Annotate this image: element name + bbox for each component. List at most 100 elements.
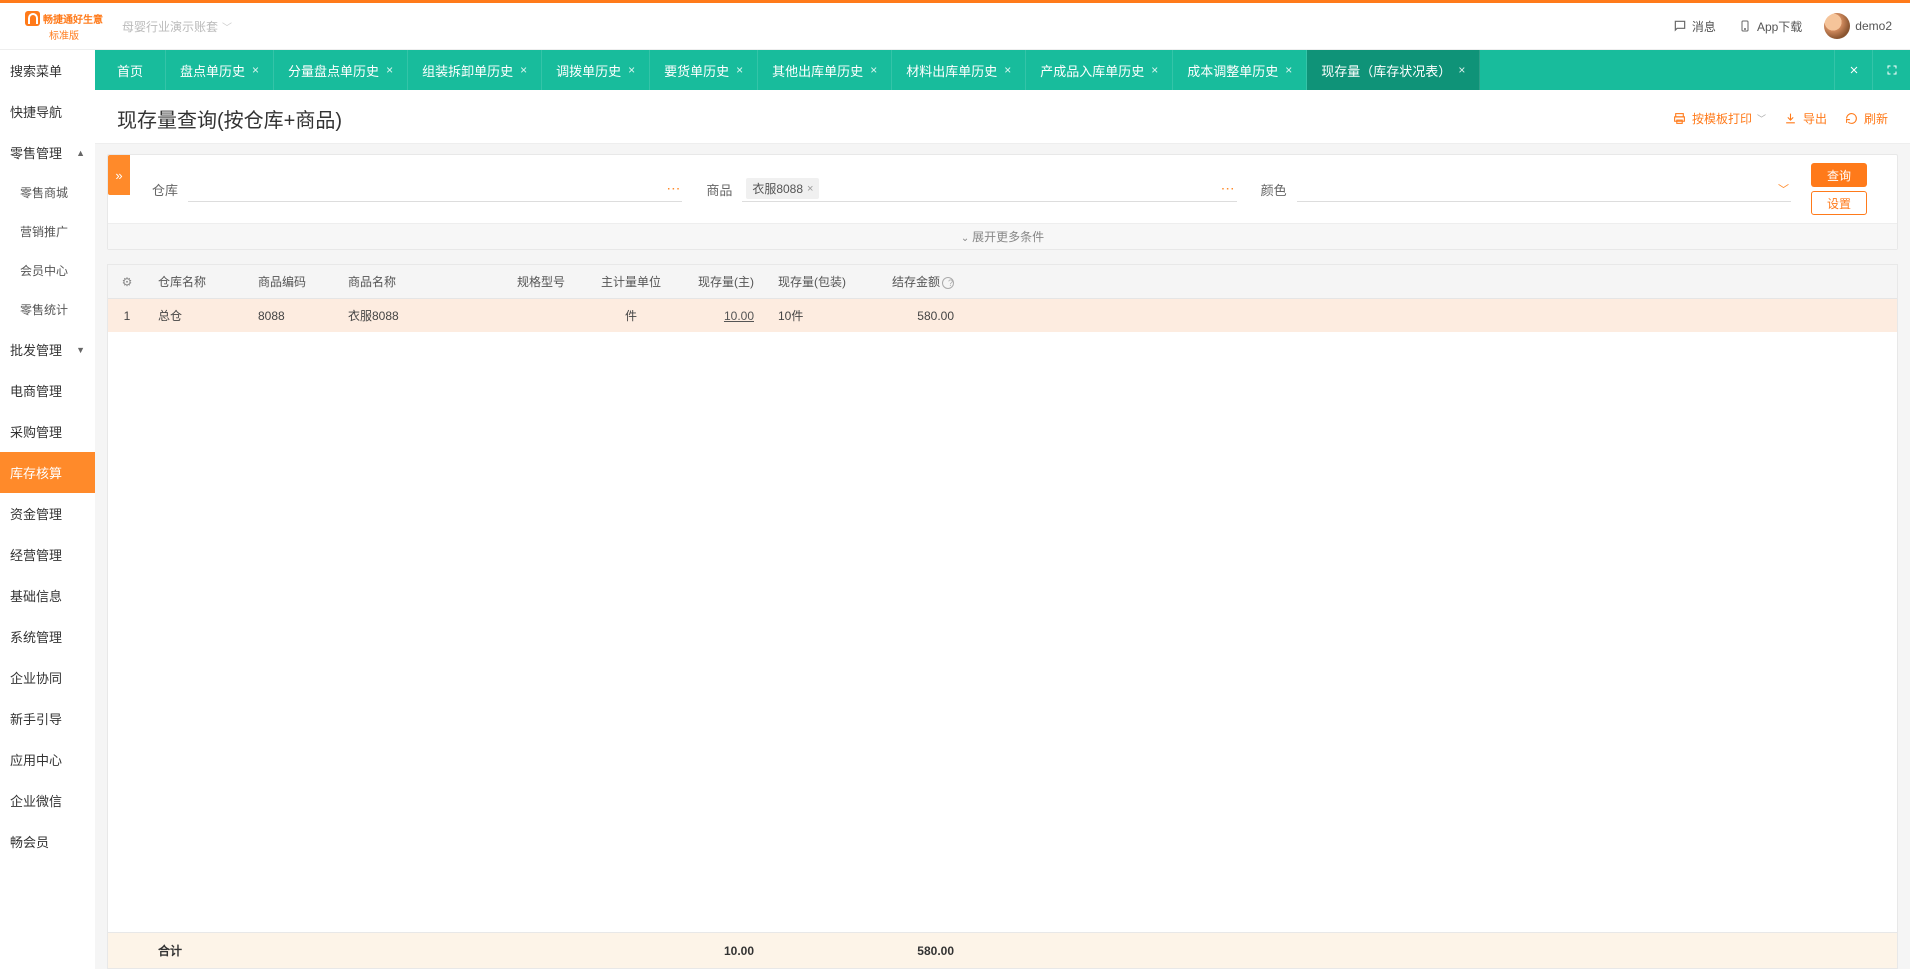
tab[interactable]: 盘点单历史×	[166, 50, 274, 90]
tab-label: 现存量（库存状况表）	[1321, 61, 1451, 80]
sidebar-item[interactable]: 零售统计	[0, 290, 95, 329]
sidebar-item[interactable]: 库存核算	[0, 452, 95, 493]
tab-label: 要货单历史	[664, 61, 729, 80]
chevron-down-icon[interactable]: ﹀	[1778, 181, 1789, 197]
color-label: 颜色	[1257, 180, 1287, 199]
sidebar-item[interactable]: 畅会员	[0, 821, 95, 862]
ellipsis-icon[interactable]: ⋯	[1221, 180, 1235, 197]
export-button[interactable]: 导出	[1784, 110, 1827, 127]
app-download-button[interactable]: App下载	[1738, 18, 1802, 35]
close-all-tabs-button[interactable]	[1834, 50, 1872, 90]
cell-spec	[496, 299, 586, 332]
app-download-label: App下载	[1757, 18, 1802, 35]
ellipsis-icon[interactable]: ⋯	[666, 180, 680, 197]
sidebar-item-label: 畅会员	[10, 832, 49, 851]
col-name: 商品名称	[336, 265, 496, 299]
sidebar-item[interactable]: 会员中心	[0, 251, 95, 290]
tab[interactable]: 产成品入库单历史×	[1026, 50, 1173, 90]
close-icon[interactable]: ×	[1458, 63, 1465, 77]
close-icon[interactable]: ×	[870, 63, 877, 77]
sidebar-item-label: 零售商城	[20, 184, 68, 201]
sidebar-item-label: 电商管理	[10, 381, 62, 400]
warehouse-input[interactable]: ⋯	[188, 176, 682, 202]
close-icon[interactable]: ×	[736, 63, 743, 77]
sidebar-item[interactable]: 快捷导航	[0, 91, 95, 132]
cell-name: 衣服8088	[336, 299, 496, 332]
close-icon[interactable]: ×	[1285, 63, 1292, 77]
col-spec: 规格型号	[496, 265, 586, 299]
sidebar-item[interactable]: 批发管理▼	[0, 329, 95, 370]
tab-active[interactable]: 现存量（库存状况表） ×	[1307, 50, 1480, 90]
chevron-down-icon: ﹀	[1757, 112, 1766, 125]
sidebar-item[interactable]: 新手引导	[0, 698, 95, 739]
color-input[interactable]: ﹀	[1297, 176, 1791, 202]
collapse-filter-button[interactable]: »	[108, 155, 130, 195]
user-menu[interactable]: demo2	[1824, 13, 1892, 39]
close-icon[interactable]: ×	[628, 63, 635, 77]
cell-code: 8088	[246, 299, 336, 332]
tab-label: 其他出库单历史	[772, 61, 863, 80]
expand-filters-button[interactable]: ⌄ 展开更多条件	[108, 223, 1897, 249]
sidebar-item-label: 基础信息	[10, 586, 62, 605]
sidebar-item[interactable]: 零售商城	[0, 173, 95, 212]
account-selector[interactable]: 母婴行业演示账套 ﹀	[122, 18, 232, 35]
sidebar-item[interactable]: 应用中心	[0, 739, 95, 780]
export-label: 导出	[1803, 110, 1827, 127]
col-pack: 现存量(包装)	[766, 265, 866, 299]
sidebar-item[interactable]: 资金管理	[0, 493, 95, 534]
chevron-up-icon: ▲	[76, 148, 85, 158]
fullscreen-button[interactable]	[1872, 50, 1910, 90]
sidebar-item-label: 营销推广	[20, 223, 68, 240]
close-icon[interactable]: ×	[386, 63, 393, 77]
message-icon	[1673, 19, 1687, 33]
edition-label: 标准版	[49, 27, 79, 42]
refresh-button[interactable]: 刷新	[1845, 110, 1888, 127]
settings-button[interactable]: 设置	[1811, 191, 1867, 215]
tag-text: 衣服8088	[752, 180, 803, 197]
sidebar-item[interactable]: 企业协同	[0, 657, 95, 698]
tab[interactable]: 成本调整单历史×	[1173, 50, 1307, 90]
cell-unit: 件	[586, 299, 676, 332]
query-button[interactable]: 查询	[1811, 163, 1867, 187]
sidebar-item-label: 企业协同	[10, 668, 62, 687]
refresh-label: 刷新	[1864, 110, 1888, 127]
sidebar-item[interactable]: 搜索菜单	[0, 50, 95, 91]
tab[interactable]: 组装拆卸单历史×	[408, 50, 542, 90]
cell-index: 1	[108, 299, 146, 332]
table-row[interactable]: 1 总仓 8088 衣服8088 件 10.00 10件 580.00	[108, 299, 1897, 332]
tab-label: 材料出库单历史	[906, 61, 997, 80]
cell-qty[interactable]: 10.00	[676, 299, 766, 332]
filter-panel: » 仓库 ⋯ 商品 衣服8088 ×	[107, 154, 1898, 250]
help-icon[interactable]: ?	[942, 277, 954, 289]
close-icon[interactable]: ×	[1151, 63, 1158, 77]
close-icon[interactable]: ×	[1004, 63, 1011, 77]
sidebar-item[interactable]: 基础信息	[0, 575, 95, 616]
settings-column[interactable]: ⚙	[108, 265, 146, 299]
tab[interactable]: 调拨单历史×	[542, 50, 650, 90]
user-name: demo2	[1855, 19, 1892, 33]
sidebar-item[interactable]: 营销推广	[0, 212, 95, 251]
cell-warehouse: 总仓	[146, 299, 246, 332]
sidebar-item-label: 零售统计	[20, 301, 68, 318]
sidebar-item[interactable]: 系统管理	[0, 616, 95, 657]
logo-icon	[25, 11, 40, 26]
sidebar-item[interactable]: 零售管理 ▲	[0, 132, 95, 173]
tab[interactable]: 要货单历史 ×	[650, 50, 758, 90]
print-button[interactable]: 按模板打印 ﹀	[1673, 110, 1766, 127]
tab[interactable]: 分量盘点单历史×	[274, 50, 408, 90]
tab-home[interactable]: 首页	[95, 50, 166, 90]
sidebar-item-label: 快捷导航	[10, 102, 62, 121]
sidebar-item[interactable]: 企业微信	[0, 780, 95, 821]
close-icon[interactable]: ×	[252, 63, 259, 77]
sidebar-item-label: 零售管理	[10, 143, 62, 162]
messages-button[interactable]: 消息	[1673, 18, 1716, 35]
remove-tag-icon[interactable]: ×	[807, 183, 813, 195]
sidebar-item[interactable]: 电商管理	[0, 370, 95, 411]
sidebar-item[interactable]: 采购管理	[0, 411, 95, 452]
close-icon[interactable]: ×	[520, 63, 527, 77]
tab[interactable]: 材料出库单历史 ×	[892, 50, 1026, 90]
sidebar-item[interactable]: 经营管理	[0, 534, 95, 575]
print-label: 按模板打印	[1692, 110, 1752, 127]
tab[interactable]: 其他出库单历史 ×	[758, 50, 892, 90]
product-input[interactable]: 衣服8088 × ⋯	[742, 176, 1236, 202]
